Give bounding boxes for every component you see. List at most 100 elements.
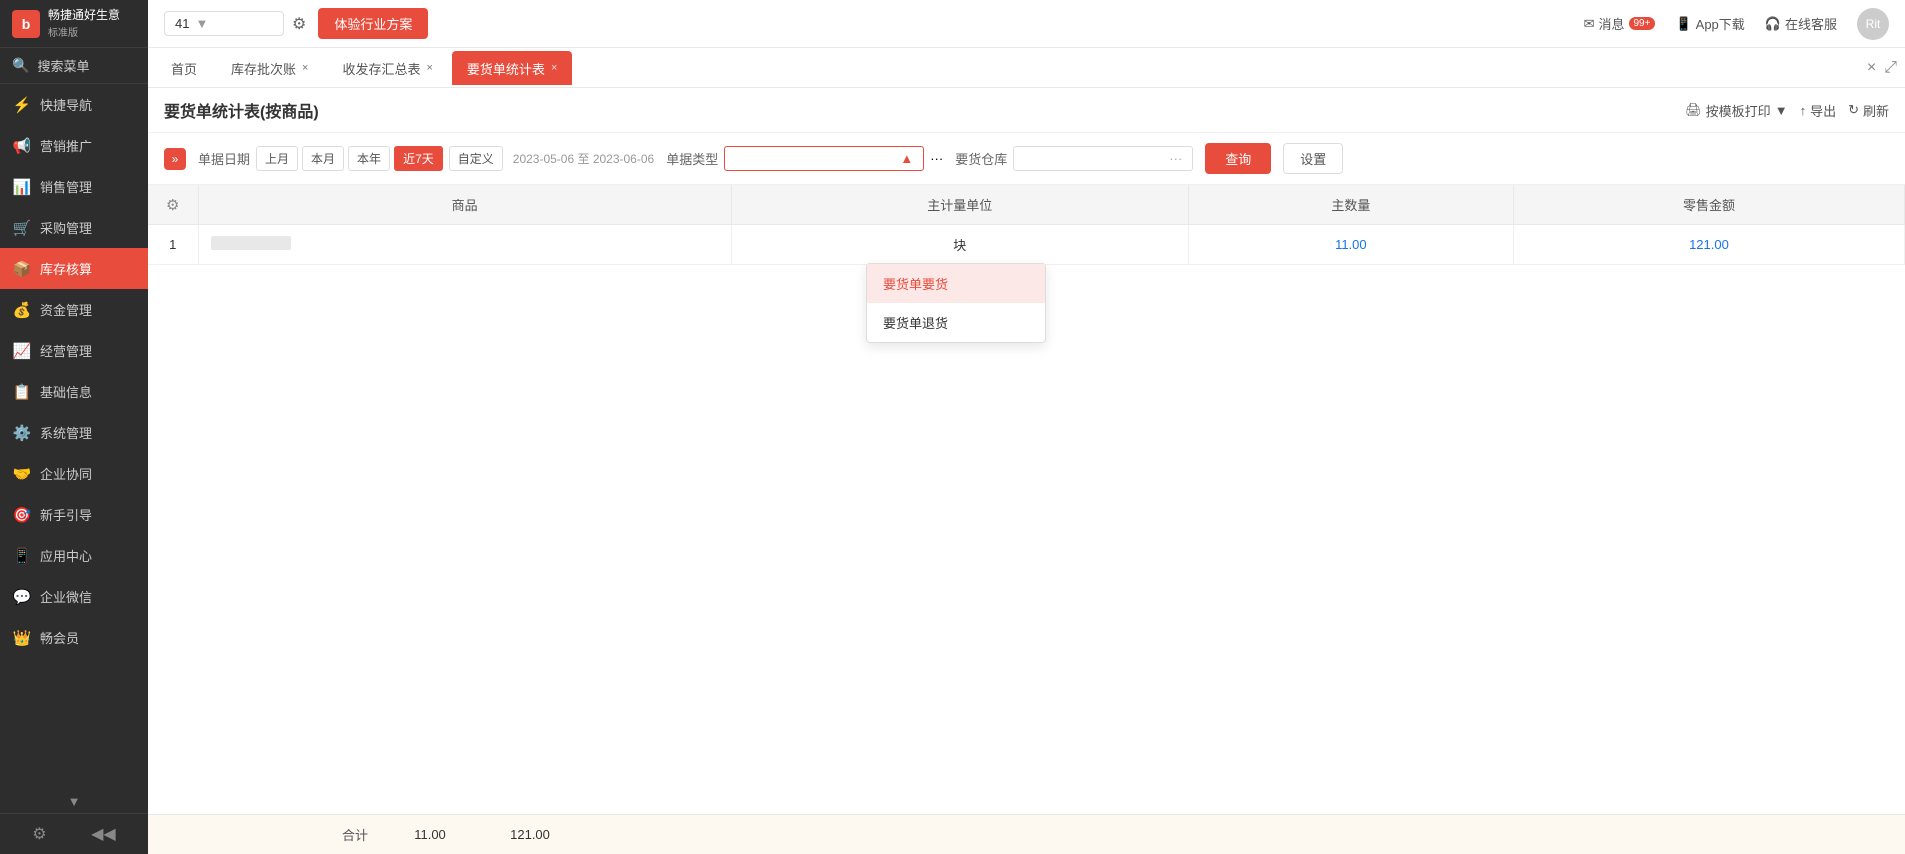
- wechat-icon: 💬: [12, 588, 32, 606]
- sidebar-item-label: 经营管理: [40, 341, 136, 360]
- store-selector[interactable]: 41 ▼: [164, 11, 284, 36]
- sidebar-item-finance[interactable]: 💰 资金管理: [0, 289, 148, 330]
- sidebar-item-wechat[interactable]: 💬 企业微信: [0, 576, 148, 617]
- date-filter-label: 单据日期: [198, 149, 250, 168]
- table-row: 1 块 11.00 121.00: [148, 225, 1905, 265]
- online-service-button[interactable]: 🎧 在线客服: [1765, 14, 1837, 33]
- main-area: 41 ▼ ⚙ 体验行业方案 ✉ 消息 99+ 📱 App下载 🎧 在线客服 Ri…: [148, 0, 1905, 854]
- refresh-icon: ↻: [1848, 102, 1859, 118]
- sidebar-item-inventory[interactable]: 📦 库存核算: [0, 248, 148, 289]
- tab-receive-summary[interactable]: 收发存汇总表 ×: [327, 51, 447, 85]
- content-area: 要货单统计表(按商品) 🖨 按模板打印 ▼ ↑ 导出 ↻ 刷新: [148, 88, 1905, 854]
- tab-inventory-batch[interactable]: 库存批次账 ×: [216, 51, 323, 85]
- settings-button[interactable]: 设置: [1283, 143, 1343, 174]
- prev-month-btn[interactable]: 上月: [256, 146, 298, 171]
- app-logo: b 畅捷通好生意 标准版: [0, 0, 148, 48]
- system-icon: ⚙️: [12, 424, 32, 442]
- expand-tab-icon[interactable]: ⤢: [1884, 59, 1897, 77]
- warehouse-filter-group: 要货仓库 ···: [955, 146, 1193, 171]
- message-label: 消息: [1598, 14, 1624, 33]
- sidebar-item-sales[interactable]: 📊 销售管理: [0, 166, 148, 207]
- app-download-button[interactable]: 📱 App下载: [1675, 14, 1744, 33]
- col-settings-header[interactable]: ⚙: [148, 185, 198, 225]
- filter-toggle-button[interactable]: »: [164, 148, 186, 170]
- sidebar-item-system[interactable]: ⚙️ 系统管理: [0, 412, 148, 453]
- print-dropdown-arrow: ▼: [1775, 103, 1788, 118]
- dropdown-item-order-request[interactable]: 要货单要货: [867, 264, 1045, 303]
- sidebar-item-quick-nav[interactable]: ⚡ 快捷导航: [0, 84, 148, 125]
- operation-icon: 📈: [12, 342, 32, 360]
- guide-icon: 🎯: [12, 506, 32, 524]
- sidebar-item-purchase[interactable]: 🛒 采购管理: [0, 207, 148, 248]
- table-header-row: ⚙ 商品 主计量单位 主数量 零售金额: [148, 185, 1905, 225]
- trial-button[interactable]: 体验行业方案: [318, 8, 428, 39]
- this-month-btn[interactable]: 本月: [302, 146, 344, 171]
- print-icon: 🖨: [1685, 102, 1702, 118]
- type-filter-group: 单据类型 ▲ ···: [666, 146, 943, 171]
- print-label: 按模板打印: [1706, 101, 1771, 120]
- tab-home[interactable]: 首页: [156, 51, 212, 85]
- sidebar-item-label: 企业微信: [40, 587, 136, 606]
- data-table: ⚙ 商品 主计量单位 主数量 零售金额 1 块: [148, 185, 1905, 265]
- basic-icon: 📋: [12, 383, 32, 401]
- dropdown-item-order-return[interactable]: 要货单退货: [867, 303, 1045, 342]
- sidebar-item-label: 资金管理: [40, 300, 136, 319]
- sidebar-item-label: 企业协同: [40, 464, 136, 483]
- column-settings-icon[interactable]: ⚙: [166, 197, 179, 214]
- product-placeholder: [211, 236, 291, 250]
- online-service-icon: 🎧: [1765, 16, 1781, 32]
- page-header: 要货单统计表(按商品) 🖨 按模板打印 ▼ ↑ 导出 ↻ 刷新: [148, 88, 1905, 133]
- enterprise-icon: 🤝: [12, 465, 32, 483]
- header-gear-icon[interactable]: ⚙: [292, 14, 306, 34]
- tab-actions: × ⤢: [1867, 59, 1897, 77]
- sidebar: b 畅捷通好生意 标准版 🔍 搜索菜单 ⚡ 快捷导航 📢 营销推广 📊 销售管理…: [0, 0, 148, 854]
- sidebar-item-app-center[interactable]: 📱 应用中心: [0, 535, 148, 576]
- refresh-label: 刷新: [1863, 101, 1889, 120]
- type-select[interactable]: ▲: [724, 146, 924, 171]
- sidebar-item-member[interactable]: 👑 畅会员: [0, 617, 148, 658]
- sidebar-item-marketing[interactable]: 📢 营销推广: [0, 125, 148, 166]
- online-service-label: 在线客服: [1785, 14, 1837, 33]
- logo-text-block: 畅捷通好生意 标准版: [48, 8, 120, 39]
- top-header: 41 ▼ ⚙ 体验行业方案 ✉ 消息 99+ 📱 App下载 🎧 在线客服 Ri…: [148, 0, 1905, 48]
- sidebar-scroll-down[interactable]: ▼: [0, 790, 148, 813]
- sidebar-item-basic[interactable]: 📋 基础信息: [0, 371, 148, 412]
- sidebar-item-label: 库存核算: [40, 259, 136, 278]
- custom-date-btn[interactable]: 自定义: [449, 146, 503, 171]
- last-7days-btn[interactable]: 近7天: [394, 146, 443, 171]
- sidebar-item-enterprise[interactable]: 🤝 企业协同: [0, 453, 148, 494]
- print-button[interactable]: 🖨 按模板打印 ▼: [1685, 101, 1787, 120]
- message-icon: ✉: [1584, 16, 1595, 32]
- settings-icon[interactable]: ⚙: [32, 824, 46, 844]
- message-button[interactable]: ✉ 消息 99+: [1584, 14, 1656, 33]
- cell-unit: 块: [731, 225, 1188, 265]
- col-unit-header: 主计量单位: [731, 185, 1188, 225]
- refresh-button[interactable]: ↻ 刷新: [1848, 101, 1889, 120]
- collapse-icon[interactable]: ◀◀: [91, 824, 116, 844]
- dropdown-item-label: 要货单要货: [883, 277, 948, 292]
- warehouse-select[interactable]: ···: [1013, 146, 1193, 171]
- this-year-btn[interactable]: 本年: [348, 146, 390, 171]
- app-center-icon: 📱: [12, 547, 32, 565]
- page-title: 要货单统计表(按商品): [164, 98, 319, 122]
- user-avatar[interactable]: Rit: [1857, 8, 1889, 40]
- col-product-header: 商品: [198, 185, 731, 225]
- type-ellipsis-icon[interactable]: ···: [930, 151, 943, 166]
- tab-order-stats[interactable]: 要货单统计表 ×: [452, 51, 572, 85]
- store-name: 41: [175, 16, 189, 31]
- sidebar-item-guide[interactable]: 🎯 新手引导: [0, 494, 148, 535]
- col-quantity-header: 主数量: [1188, 185, 1513, 225]
- tab-close-icon[interactable]: ×: [302, 62, 308, 74]
- search-menu[interactable]: 🔍 搜索菜单: [0, 48, 148, 84]
- tab-close-icon[interactable]: ×: [551, 62, 557, 74]
- close-all-tabs-icon[interactable]: ×: [1867, 59, 1876, 77]
- cell-product: [198, 225, 731, 265]
- sidebar-item-operation[interactable]: 📈 经营管理: [0, 330, 148, 371]
- quick-nav-icon: ⚡: [12, 96, 32, 114]
- app-sub: 标准版: [48, 24, 120, 39]
- message-badge: 99+: [1629, 17, 1656, 30]
- query-button[interactable]: 查询: [1205, 143, 1271, 174]
- tab-close-icon[interactable]: ×: [426, 62, 432, 74]
- sidebar-item-label: 采购管理: [40, 218, 136, 237]
- export-button[interactable]: ↑ 导出: [1800, 101, 1837, 120]
